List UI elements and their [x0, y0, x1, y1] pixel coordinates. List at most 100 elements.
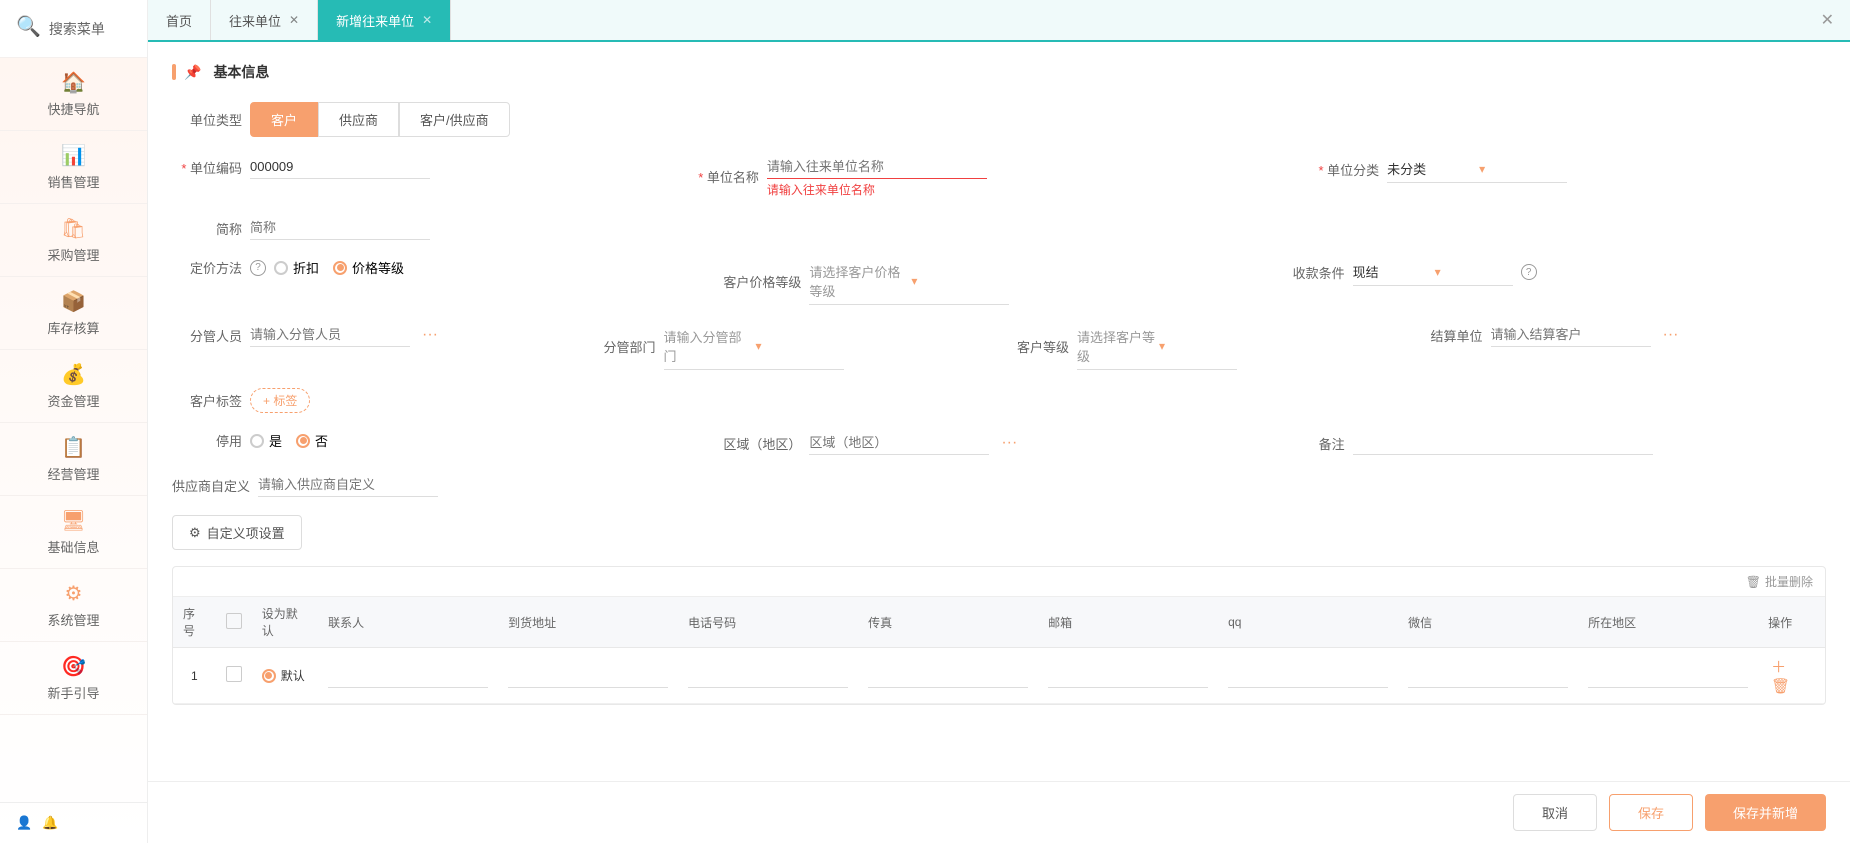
name-field: 单位名称 请输入往来单位名称: [689, 155, 1309, 198]
sidebar-item-purchase[interactable]: 🛍 采购管理: [0, 204, 147, 277]
code-name-category-row: 单位编码 单位名称 请输入往来单位名称 单位分类 未分类 ▾: [172, 155, 1826, 198]
row-default-radio[interactable]: 默认: [262, 667, 308, 684]
save-button[interactable]: 保存: [1609, 794, 1693, 831]
sidebar-item-finance[interactable]: 💰 资金管理: [0, 350, 147, 423]
tab-close-all[interactable]: ✕: [1805, 0, 1850, 40]
tab-bar: 首页 往来单位 ✕ 新增往来单位 ✕ ✕: [148, 0, 1850, 42]
unit-type-both[interactable]: 客户/供应商: [399, 102, 510, 137]
supplier-custom-field: 供应商自定义: [172, 473, 1826, 497]
unit-type-row: 单位类型 客户 供应商 客户/供应商: [172, 102, 1826, 137]
sidebar-item-system[interactable]: ⚙ 系统管理: [0, 569, 147, 642]
department-select[interactable]: 请输入分管部门 ▾: [664, 323, 844, 370]
content-area: 📌 基本信息 单位类型 客户 供应商 客户/供应商 单位编码 单位名称: [148, 42, 1850, 781]
manager-input[interactable]: [250, 323, 410, 347]
sidebar-ops-label: 经营管理: [47, 464, 99, 483]
sidebar-item-ops[interactable]: 📋 经营管理: [0, 423, 147, 496]
sidebar-inventory-label: 库存核算: [47, 318, 99, 337]
tab-contacts[interactable]: 往来单位 ✕: [211, 0, 318, 40]
radio-yes-circle: [250, 434, 264, 448]
newbie-icon: 🎯: [61, 654, 86, 679]
pricing-help-icon[interactable]: ?: [250, 260, 266, 276]
sidebar-item-sales[interactable]: 📊 销售管理: [0, 131, 147, 204]
save-new-button[interactable]: 保存并新增: [1705, 794, 1826, 831]
payment-help-icon[interactable]: ?: [1521, 264, 1537, 280]
category-chevron: ▾: [1479, 162, 1567, 176]
unit-type-customer[interactable]: 客户: [250, 102, 318, 137]
shortname-input[interactable]: [250, 216, 430, 240]
tab-contacts-close[interactable]: ✕: [289, 13, 299, 27]
custom-settings-button[interactable]: ⚙ 自定义项设置: [172, 515, 302, 550]
th-default: 设为默认: [252, 597, 318, 648]
unit-type-supplier[interactable]: 供应商: [318, 102, 399, 137]
section-pin-icon: 📌: [184, 64, 201, 81]
sidebar-item-inventory[interactable]: 📦 库存核算: [0, 277, 147, 350]
row-qq-input[interactable]: [1228, 664, 1388, 688]
region-dots[interactable]: ···: [997, 434, 1021, 452]
sidebar-item-basic[interactable]: 🖥 基础信息: [0, 496, 147, 569]
sidebar-basic-label: 基础信息: [47, 537, 99, 556]
supplier-custom-row: 供应商自定义: [172, 473, 1826, 497]
batch-delete-button[interactable]: 🗑 批量删除: [1746, 573, 1813, 590]
settlement-unit-input[interactable]: [1491, 323, 1651, 347]
section-title-text: 基本信息: [213, 62, 269, 82]
row-default-label: 默认: [281, 667, 305, 684]
customer-level-select[interactable]: 请选择客户等级 ▾: [1077, 323, 1237, 370]
row-delete-action[interactable]: 🗑: [1771, 678, 1790, 695]
sidebar-quicknav-label: 快捷导航: [47, 99, 99, 118]
manager-field: 分管人员 ···: [172, 323, 586, 347]
manager-dots[interactable]: ···: [418, 326, 442, 344]
row-contact-input[interactable]: [328, 664, 488, 688]
gear-icon: ⚙: [189, 525, 201, 541]
tab-new-contact-close[interactable]: ✕: [422, 13, 432, 27]
disable-field: 停用 是 否: [172, 431, 723, 450]
row-fax-input[interactable]: [868, 664, 1028, 688]
customer-price-level-select[interactable]: 请选择客户价格等级 ▾: [809, 258, 1009, 305]
row-email-input[interactable]: [1048, 664, 1208, 688]
row-add-action[interactable]: ＋: [1771, 659, 1786, 676]
add-tag-button[interactable]: + 标签: [250, 388, 310, 413]
radio-discount[interactable]: 折扣: [274, 258, 319, 277]
row-default-circle: [262, 669, 276, 683]
remarks-input[interactable]: [1353, 431, 1653, 455]
tab-home[interactable]: 首页: [148, 0, 211, 40]
code-input[interactable]: [250, 155, 430, 179]
unit-type-group: 客户 供应商 客户/供应商: [250, 102, 510, 137]
department-field: 分管部门 请输入分管部门 ▾: [586, 323, 1000, 370]
row-checkbox[interactable]: [226, 666, 242, 682]
supplier-custom-input[interactable]: [258, 473, 438, 497]
supplier-custom-label: 供应商自定义: [172, 476, 250, 495]
remarks-label: 备注: [1275, 434, 1345, 453]
select-all-checkbox[interactable]: [226, 613, 242, 629]
payment-terms-select[interactable]: 现结 ▾: [1353, 258, 1513, 286]
radio-price-level[interactable]: 价格等级: [333, 258, 404, 277]
region-input[interactable]: [809, 431, 989, 455]
row-wechat-input[interactable]: [1408, 664, 1568, 688]
row-address-input[interactable]: [508, 664, 668, 688]
radio-yes-label: 是: [269, 431, 282, 450]
disable-region-row: 停用 是 否 区域（地区） ··· 备注: [172, 431, 1826, 455]
cancel-button[interactable]: 取消: [1513, 794, 1597, 831]
customer-price-level-value: 请选择客户价格等级: [809, 262, 907, 300]
th-address: 到货地址: [498, 597, 678, 648]
table-row: 1 默认: [173, 648, 1825, 704]
name-input[interactable]: [767, 155, 987, 179]
code-label: 单位编码: [172, 158, 242, 177]
tab-new-contact[interactable]: 新增往来单位 ✕: [318, 0, 451, 40]
category-select[interactable]: 未分类 ▾: [1387, 155, 1567, 183]
radio-disable-yes[interactable]: 是: [250, 431, 282, 450]
batch-delete-label: 批量删除: [1765, 573, 1813, 590]
settlement-dots[interactable]: ···: [1659, 326, 1683, 344]
name-error-msg: 请输入往来单位名称: [767, 181, 987, 198]
sidebar-item-search[interactable]: 🔍 搜索菜单: [0, 0, 147, 58]
row-phone-input[interactable]: [688, 664, 848, 688]
user-icon: 👤: [16, 815, 32, 831]
sidebar-item-quicknav[interactable]: 🏠 快捷导航: [0, 58, 147, 131]
row-region-input[interactable]: [1588, 664, 1748, 688]
customer-price-level-field: 客户价格等级 请选择客户价格等级 ▾: [723, 258, 1274, 305]
radio-disable-no[interactable]: 否: [296, 431, 328, 450]
footer: 取消 保存 保存并新增: [148, 781, 1850, 843]
contact-table: 序号 设为默认 联系人 到货地址 电话号码 传真 邮箱 qq 微信 所在地区 操…: [173, 597, 1825, 704]
radio-discount-circle: [274, 261, 288, 275]
sidebar-item-newbie[interactable]: 🎯 新手引导: [0, 642, 147, 715]
department-label: 分管部门: [586, 337, 656, 356]
